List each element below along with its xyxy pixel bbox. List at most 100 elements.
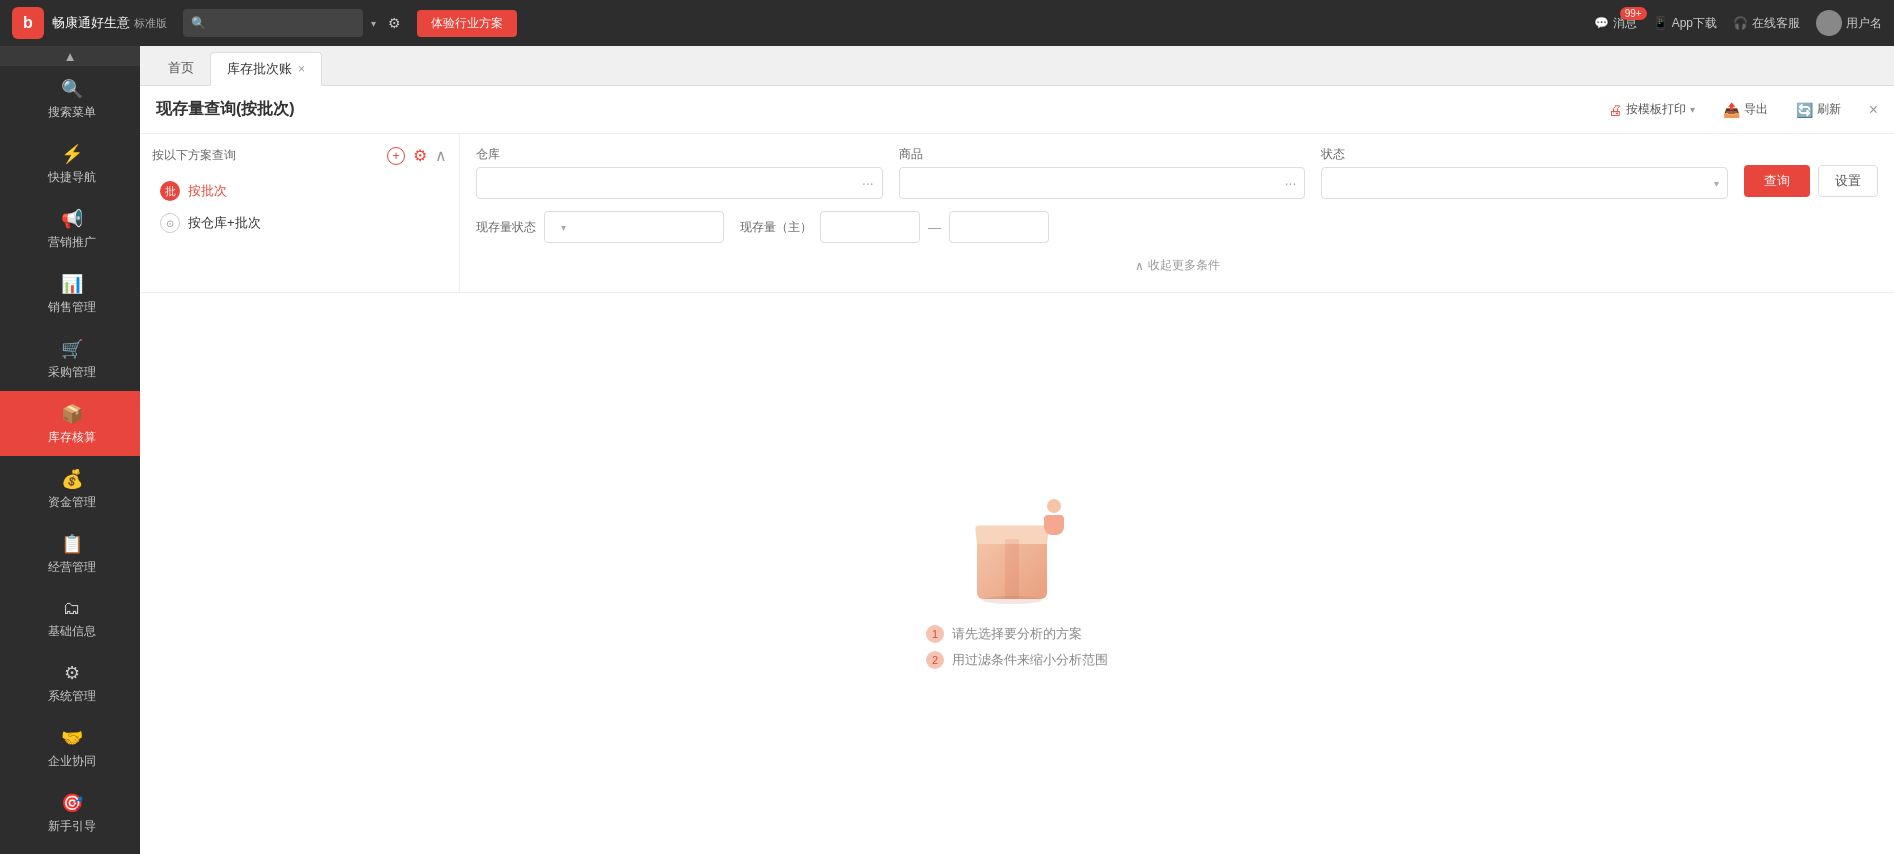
page-header: 现存量查询(按批次) 🖨 按模板打印 ▾ 📤 导出 🔄 刷新 × [140, 86, 1894, 134]
tab-home-label: 首页 [168, 59, 194, 77]
product-field: 商品 ··· [899, 146, 1306, 199]
sidebar-item-basic-label: 基础信息 [48, 623, 96, 640]
stock-qty-field: 现存量（主） — [740, 211, 1049, 243]
batch-scheme-icon: 批 [160, 181, 180, 201]
filter-actions: 查询 设置 [1744, 165, 1878, 197]
export-icon: 📤 [1723, 102, 1740, 118]
hint-num-1: 1 [926, 625, 944, 643]
filter-scheme-by-batch[interactable]: 批 按批次 [152, 175, 447, 207]
stock-status-label: 现存量状态 [476, 219, 536, 236]
status-dropdown-icon: ▾ [1714, 178, 1719, 189]
topbar-search-area: 🔍 ▾ ⚙ 体验行业方案 [183, 9, 1594, 37]
sidebar-item-sales-label: 销售管理 [48, 299, 96, 316]
empty-hint-1: 1 请先选择要分析的方案 [926, 625, 1108, 643]
filter-left-collapse-icon[interactable]: ∧ [435, 146, 447, 165]
topbar-messages[interactable]: 💬 消息 99+ [1594, 15, 1637, 32]
collapse-more-icon: ∧ [1135, 259, 1144, 273]
refresh-icon: 🔄 [1796, 102, 1813, 118]
export-label: 导出 [1744, 101, 1768, 118]
sidebar-item-purchase[interactable]: 🛒 采购管理 [0, 326, 140, 391]
filter-row-1: 仓库 ··· 商品 ··· [476, 146, 1878, 199]
status-input[interactable]: ▾ [1321, 167, 1728, 199]
sidebar-item-basic[interactable]: 🗂 基础信息 [0, 586, 140, 650]
trial-button[interactable]: 体验行业方案 [417, 10, 517, 37]
app-brand: 畅康通好生意 [52, 14, 130, 32]
stock-status-field: 现存量状态 ▾ [476, 211, 724, 243]
sidebar-item-search-label: 搜索菜单 [48, 104, 96, 121]
purchase-icon: 🛒 [61, 338, 83, 360]
filter-scheme-by-warehouse-batch[interactable]: ⊙ 按仓库+批次 [152, 207, 447, 239]
user-avatar [1816, 10, 1842, 36]
sidebar-scroll-up[interactable]: ▲ [0, 46, 140, 66]
filter-add-icon[interactable]: + [387, 147, 405, 165]
stock-status-input[interactable]: ▾ [544, 211, 724, 243]
page-header-actions: 🖨 按模板打印 ▾ 📤 导出 🔄 刷新 × [1600, 97, 1878, 122]
filter-scheme-settings-icon[interactable]: ⚙ [413, 146, 427, 165]
tab-home[interactable]: 首页 [152, 51, 210, 85]
collapse-more-button[interactable]: ∧ 收起更多条件 [476, 251, 1878, 280]
filter-left-actions: + ⚙ ∧ [387, 146, 447, 165]
empty-illustration [947, 479, 1087, 609]
warehouse-batch-scheme-icon: ⊙ [160, 213, 180, 233]
topbar-user[interactable]: 用户名 [1816, 10, 1882, 36]
filter-settings-button[interactable]: 设置 [1818, 165, 1878, 197]
product-dots-icon[interactable]: ··· [1285, 175, 1297, 191]
sidebar-item-app-center[interactable]: 🔲 应用中心 [0, 845, 140, 854]
sidebar-item-operations[interactable]: 📋 经营管理 [0, 521, 140, 586]
collapse-more-label: 收起更多条件 [1148, 257, 1220, 274]
sidebar-item-quick-nav-label: 快捷导航 [48, 169, 96, 186]
quick-nav-icon: ⚡ [61, 143, 83, 165]
operations-icon: 📋 [61, 533, 83, 555]
empty-hint-2: 2 用过滤条件来缩小分析范围 [926, 651, 1108, 669]
topbar-search-box[interactable]: 🔍 [183, 9, 363, 37]
warehouse-input[interactable]: ··· [476, 167, 883, 199]
sidebar-item-newbie-label: 新手引导 [48, 818, 96, 835]
filter-scheme-title: 按以下方案查询 + ⚙ ∧ [152, 146, 447, 165]
page-close-button[interactable]: × [1869, 101, 1878, 119]
query-button[interactable]: 查询 [1744, 165, 1810, 197]
sidebar-item-operations-label: 经营管理 [48, 559, 96, 576]
tab-close-icon[interactable]: × [298, 62, 305, 76]
filter-panel: 按以下方案查询 + ⚙ ∧ 批 按批次 ⊙ 按仓库+批次 [140, 134, 1894, 293]
sidebar-item-system[interactable]: ⚙ 系统管理 [0, 650, 140, 715]
online-service-icon: 🎧 [1733, 16, 1748, 30]
print-button[interactable]: 🖨 按模板打印 ▾ [1600, 97, 1703, 122]
sidebar-item-enterprise[interactable]: 🤝 企业协同 [0, 715, 140, 780]
status-label: 状态 [1321, 146, 1728, 163]
stock-qty-max-input[interactable] [949, 211, 1049, 243]
search-icon: 🔍 [61, 78, 83, 100]
newbie-icon: 🎯 [61, 792, 83, 814]
topbar-online-service-label: 在线客服 [1752, 15, 1800, 32]
empty-state: 1 请先选择要分析的方案 2 用过滤条件来缩小分析范围 [140, 293, 1894, 854]
stock-qty-min-input[interactable] [820, 211, 920, 243]
main-layout: ▲ 🔍 搜索菜单 ⚡ 快捷导航 📢 营销推广 📊 销售管理 🛒 采购管理 📦 库… [0, 46, 1894, 854]
app-edition: 标准版 [134, 16, 167, 31]
topbar-app-download[interactable]: 📱 App下载 [1653, 15, 1717, 32]
stock-status-dropdown-icon: ▾ [561, 222, 566, 233]
warehouse-field: 仓库 ··· [476, 146, 883, 199]
topbar-gear-icon[interactable]: ⚙ [388, 15, 401, 31]
export-button[interactable]: 📤 导出 [1715, 97, 1776, 122]
sidebar-item-sales[interactable]: 📊 销售管理 [0, 261, 140, 326]
product-input[interactable]: ··· [899, 167, 1306, 199]
print-icon: 🖨 [1608, 102, 1622, 118]
page-title: 现存量查询(按批次) [156, 99, 1600, 120]
stock-qty-separator: — [928, 220, 941, 235]
sidebar-item-search[interactable]: 🔍 搜索菜单 [0, 66, 140, 131]
warehouse-label: 仓库 [476, 146, 883, 163]
sidebar-item-quick-nav[interactable]: ⚡ 快捷导航 [0, 131, 140, 196]
refresh-button[interactable]: 🔄 刷新 [1788, 97, 1849, 122]
sidebar-item-marketing[interactable]: 📢 营销推广 [0, 196, 140, 261]
sidebar-item-finance[interactable]: 💰 资金管理 [0, 456, 140, 521]
tab-inventory-batch[interactable]: 库存批次账 × [210, 52, 322, 86]
topbar-online-service[interactable]: 🎧 在线客服 [1733, 15, 1800, 32]
sidebar-item-inventory[interactable]: 📦 库存核算 [0, 391, 140, 456]
topbar: b 畅康通好生意 标准版 🔍 ▾ ⚙ 体验行业方案 💬 消息 99+ 📱 App… [0, 0, 1894, 46]
enterprise-icon: 🤝 [61, 727, 83, 749]
warehouse-dots-icon[interactable]: ··· [862, 175, 874, 191]
product-label: 商品 [899, 146, 1306, 163]
content-area: 首页 库存批次账 × 现存量查询(按批次) 🖨 按模板打印 ▾ 📤 导出 [140, 46, 1894, 854]
sidebar-item-newbie[interactable]: 🎯 新手引导 [0, 780, 140, 845]
app-logo: b [12, 7, 44, 39]
topbar-dropdown-arrow-icon[interactable]: ▾ [371, 18, 376, 29]
